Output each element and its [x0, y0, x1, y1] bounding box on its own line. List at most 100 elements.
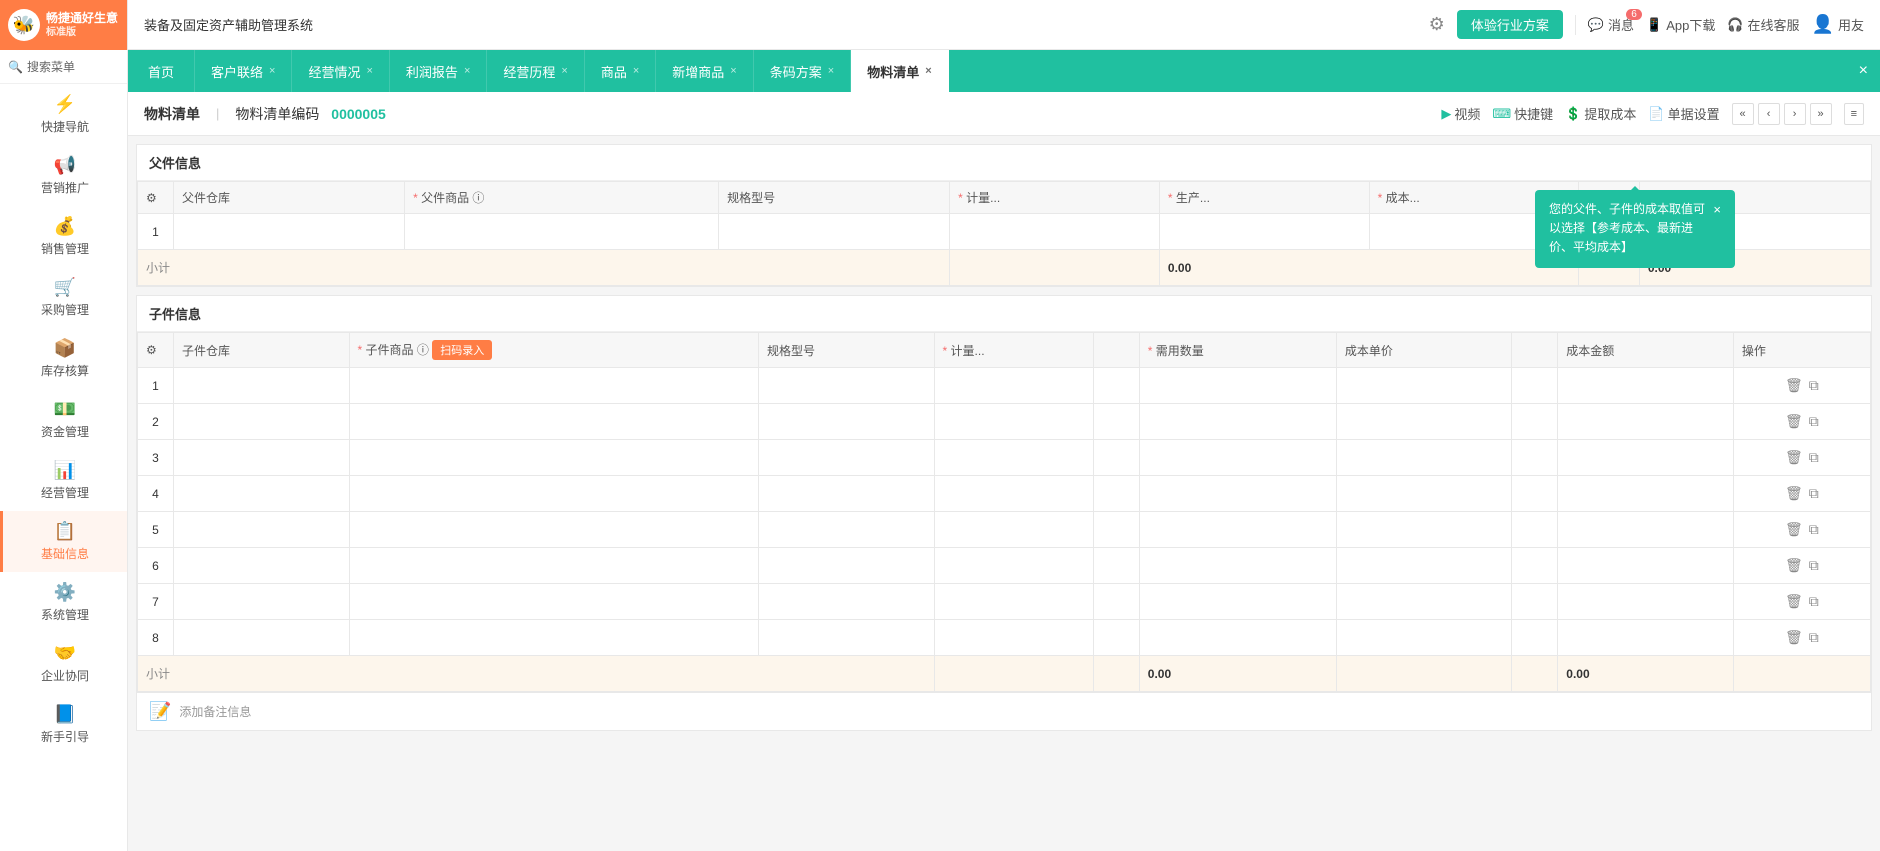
single-setting-action[interactable]: 📄 单据设置: [1648, 104, 1719, 123]
delete-icon-1[interactable]: 🗑: [1785, 377, 1803, 394]
tab-new-goods[interactable]: 新增商品 ×: [656, 50, 753, 92]
bottom-hint: 📝 添加备注信息: [136, 693, 1872, 731]
child-row-1-goods[interactable]: [349, 368, 759, 404]
delete-icon-6[interactable]: 🗑: [1785, 557, 1803, 574]
child-subtotal-row: 小计 0.00 0.00: [138, 656, 1871, 692]
sales-icon: 💰: [54, 216, 76, 237]
nav-last-btn[interactable]: »: [1810, 103, 1832, 125]
copy-icon-1[interactable]: ⧉: [1809, 377, 1819, 394]
delete-icon-3[interactable]: 🗑: [1785, 449, 1803, 466]
tab-history[interactable]: 经营历程 ×: [487, 50, 584, 92]
parent-row-1-produce[interactable]: [1159, 214, 1369, 250]
nav-next-btn[interactable]: ›: [1784, 103, 1806, 125]
tab-customer[interactable]: 客户联络 ×: [195, 50, 292, 92]
child-row-1-s: [1093, 368, 1139, 404]
tab-goods[interactable]: 商品 ×: [585, 50, 656, 92]
copy-icon-3[interactable]: ⧉: [1809, 449, 1819, 466]
delete-icon-5[interactable]: 🗑: [1785, 521, 1803, 538]
user-action[interactable]: 👤 用友: [1812, 14, 1864, 35]
tab-home[interactable]: 首页: [128, 50, 195, 92]
child-row-1-action: 🗑 ⧉: [1733, 368, 1870, 404]
delete-icon-2[interactable]: 🗑: [1785, 413, 1803, 430]
parent-row-1-spec[interactable]: [719, 214, 950, 250]
child-row-7-action: 🗑 ⧉: [1733, 584, 1870, 620]
delete-icon-7[interactable]: 🗑: [1785, 593, 1803, 610]
child-row-2-qty[interactable]: [1139, 404, 1336, 440]
child-row-2-unitprice[interactable]: [1336, 404, 1512, 440]
child-row-1-qty[interactable]: [1139, 368, 1336, 404]
sidebar-item-sales[interactable]: 💰 销售管理: [0, 206, 127, 267]
parent-row-1-goods[interactable]: [405, 214, 719, 250]
child-row-2-goods[interactable]: [349, 404, 759, 440]
tab-barcode-close[interactable]: ×: [828, 65, 834, 77]
user-icon: 👤: [1812, 14, 1834, 35]
tab-bom[interactable]: 物料清单 ×: [851, 50, 948, 92]
tab-barcode[interactable]: 条码方案 ×: [754, 50, 851, 92]
tab-operation-close[interactable]: ×: [366, 65, 372, 77]
shortcut-action[interactable]: ⌨ 快捷键: [1492, 104, 1553, 123]
child-row-2-warehouse[interactable]: [174, 404, 350, 440]
parent-col-settings[interactable]: ⚙: [138, 182, 174, 214]
sidebar-item-basicinfo[interactable]: 📋 基础信息: [0, 511, 127, 572]
online-service-action[interactable]: 🎧 在线客服: [1727, 15, 1799, 34]
sidebar-item-quicknav[interactable]: ⚡ 快捷导航: [0, 84, 127, 145]
child-row-8-num: 8: [138, 620, 174, 656]
trial-button[interactable]: 体验行业方案: [1457, 10, 1563, 39]
parent-row-1-warehouse[interactable]: [174, 214, 405, 250]
copy-icon-6[interactable]: ⧉: [1809, 557, 1819, 574]
settings-icon[interactable]: ⚙: [1429, 14, 1445, 35]
child-row-2-spec[interactable]: [759, 404, 935, 440]
tab-history-close[interactable]: ×: [561, 65, 567, 77]
scan-input-btn[interactable]: 扫码录入: [432, 340, 492, 360]
hint-text[interactable]: 添加备注信息: [179, 703, 251, 720]
sidebar-item-purchase[interactable]: 🛒 采购管理: [0, 267, 127, 328]
tooltip-close-btn[interactable]: ×: [1713, 200, 1721, 221]
tab-customer-close[interactable]: ×: [269, 65, 275, 77]
search-menu-item[interactable]: 🔍 搜索菜单: [0, 50, 127, 84]
tab-profit[interactable]: 利润报告 ×: [390, 50, 487, 92]
child-col-settings[interactable]: ⚙: [138, 333, 174, 368]
nav-prev-btn[interactable]: ‹: [1758, 103, 1780, 125]
header-separator: |: [216, 106, 219, 121]
child-row-1-unit[interactable]: [934, 368, 1093, 404]
parent-row-1-unit[interactable]: [950, 214, 1160, 250]
bom-tab-label[interactable]: 物料清单: [144, 104, 200, 124]
child-row-2-unit[interactable]: [934, 404, 1093, 440]
child-row-1-spec[interactable]: [759, 368, 935, 404]
logo-text: 畅捷通好生意 标准版: [46, 11, 118, 40]
child-col-warehouse: 子件仓库: [174, 333, 350, 368]
app-download-action[interactable]: 📱 App下载: [1646, 15, 1715, 34]
sidebar-item-collab[interactable]: 🤝 企业协同: [0, 633, 127, 694]
sidebar-item-sysmanage[interactable]: ⚙️ 系统管理: [0, 572, 127, 633]
child-row-6: 6 🗑 ⧉: [138, 548, 1871, 584]
sidebar-item-inventory[interactable]: 📦 库存核算: [0, 328, 127, 389]
child-row-3-num: 3: [138, 440, 174, 476]
child-row-1-unitprice[interactable]: [1336, 368, 1512, 404]
child-row-1-s2: [1512, 368, 1558, 404]
sidebar-item-guide[interactable]: 📘 新手引导: [0, 694, 127, 755]
copy-icon-4[interactable]: ⧉: [1809, 485, 1819, 502]
grid-view-btn[interactable]: ≡: [1844, 103, 1864, 125]
tab-bom-close[interactable]: ×: [925, 65, 931, 77]
sidebar-item-marketing[interactable]: 📢 营销推广: [0, 145, 127, 206]
tab-operation[interactable]: 经营情况 ×: [292, 50, 389, 92]
copy-icon-2[interactable]: ⧉: [1809, 413, 1819, 430]
copy-icon-7[interactable]: ⧉: [1809, 593, 1819, 610]
copy-icon-8[interactable]: ⧉: [1809, 629, 1819, 646]
tab-profit-close[interactable]: ×: [464, 65, 470, 77]
message-action[interactable]: 💬 消息 6: [1588, 15, 1634, 34]
extract-cost-action[interactable]: 💲 提取成本: [1565, 104, 1636, 123]
search-icon: 🔍: [8, 60, 23, 74]
sidebar-item-business[interactable]: 📊 经营管理: [0, 450, 127, 511]
tab-new-goods-close[interactable]: ×: [730, 65, 736, 77]
delete-icon-8[interactable]: 🗑: [1785, 629, 1803, 646]
tab-goods-close[interactable]: ×: [633, 65, 639, 77]
delete-icon-4[interactable]: 🗑: [1785, 485, 1803, 502]
nav-first-btn[interactable]: «: [1732, 103, 1754, 125]
sidebar-item-finance[interactable]: 💵 资金管理: [0, 389, 127, 450]
view-action[interactable]: ▶ 视频: [1441, 104, 1480, 123]
nav-close-all[interactable]: ×: [1847, 62, 1880, 80]
copy-icon-5[interactable]: ⧉: [1809, 521, 1819, 538]
child-col-spacer: [1093, 333, 1139, 368]
child-row-1-warehouse[interactable]: [174, 368, 350, 404]
